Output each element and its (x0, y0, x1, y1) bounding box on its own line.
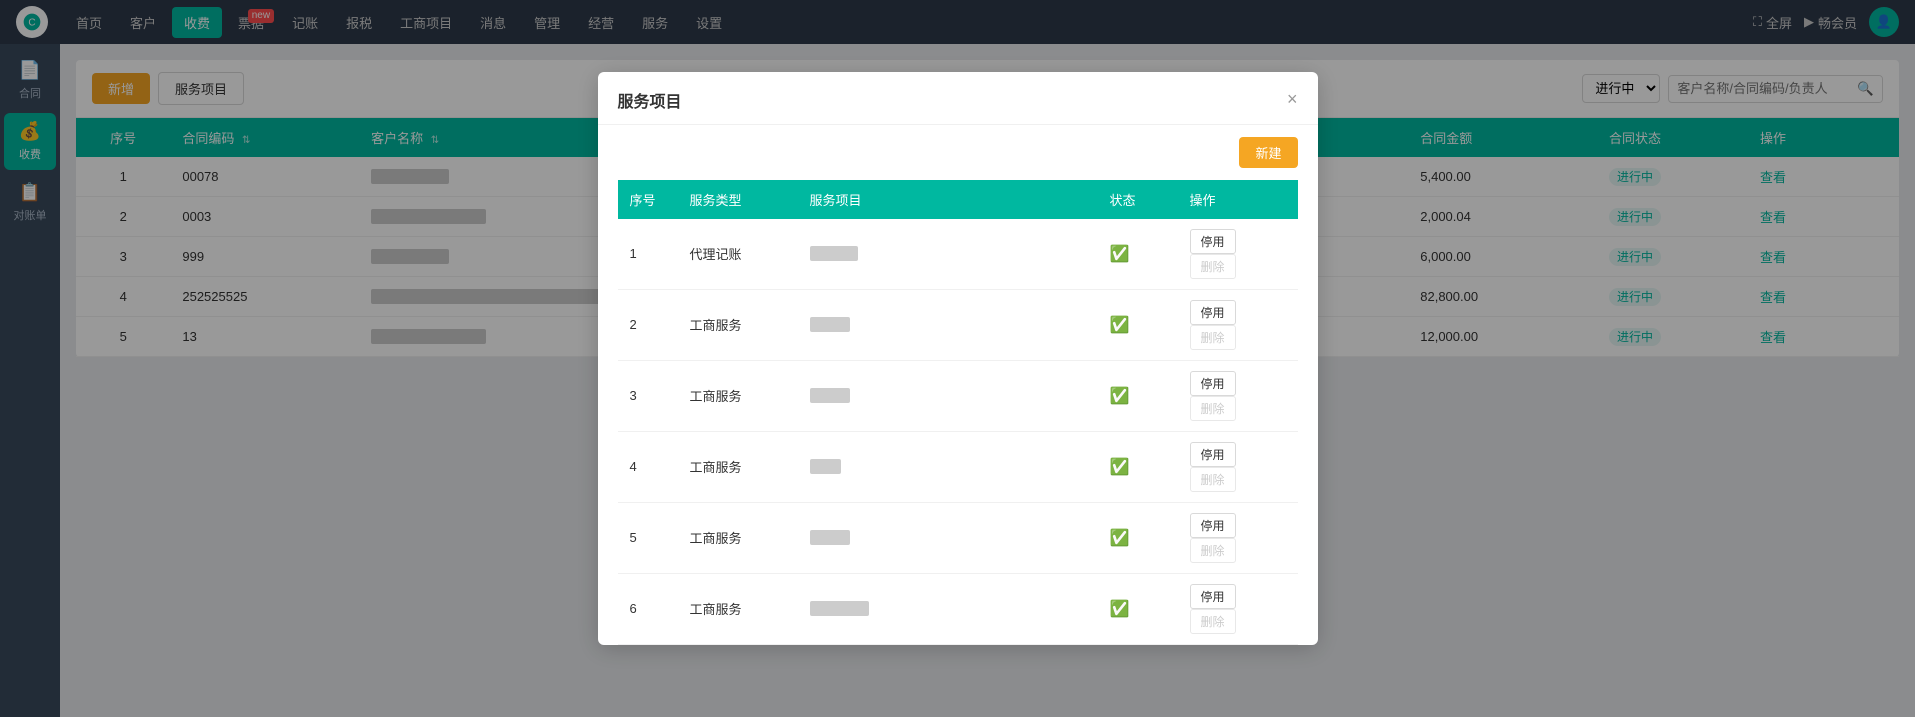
modal-cell-type: 工商服务 (678, 573, 798, 644)
delete-button[interactable]: 删除 (1190, 467, 1236, 492)
modal-cell-item: ████ (798, 289, 1098, 360)
modal-cell-seq: 7 (618, 644, 678, 645)
modal-cell-action: 停用 删除 (1178, 502, 1298, 573)
modal-cell-seq: 1 (618, 219, 678, 290)
delete-button[interactable]: 删除 (1190, 538, 1236, 563)
modal-cell-type: 工商服务 (678, 502, 798, 573)
modal-cell-status: ✅ (1098, 219, 1178, 290)
modal-table-row: 7 工商服务 ███ ✅ 停用 删除 (618, 644, 1298, 645)
status-check-icon: ✅ (1110, 246, 1130, 263)
stop-button[interactable]: 停用 (1190, 300, 1236, 325)
modal-new-button[interactable]: 新建 (1239, 137, 1297, 168)
modal-cell-action: 停用 删除 (1178, 219, 1298, 290)
status-check-icon: ✅ (1110, 601, 1130, 618)
stop-button[interactable]: 停用 (1190, 442, 1236, 467)
modal-cell-status: ✅ (1098, 502, 1178, 573)
stop-button[interactable]: 停用 (1190, 229, 1236, 254)
modal-cell-seq: 2 (618, 289, 678, 360)
status-check-icon: ✅ (1110, 388, 1130, 405)
modal-close-button[interactable]: × (1287, 89, 1298, 110)
modal-table-row: 6 工商服务 ██████ ✅ 停用 删除 (618, 573, 1298, 644)
modal-th-action: 操作 (1178, 180, 1298, 219)
modal-th-seq: 序号 (618, 180, 678, 219)
modal-cell-item: ████1 (798, 219, 1098, 290)
modal-cell-type: 工商服务 (678, 644, 798, 645)
modal-cell-action: 停用 删除 (1178, 431, 1298, 502)
delete-button[interactable]: 删除 (1190, 254, 1236, 279)
modal-cell-seq: 5 (618, 502, 678, 573)
modal-cell-status: ✅ (1098, 644, 1178, 645)
modal-cell-item: ███ (798, 644, 1098, 645)
modal-table-header: 序号 服务类型 服务项目 状态 操作 (618, 180, 1298, 219)
modal-cell-action: 停用 删除 (1178, 573, 1298, 644)
modal-cell-type: 工商服务 (678, 431, 798, 502)
modal-table-row: 5 工商服务 ████ ✅ 停用 删除 (618, 502, 1298, 573)
status-check-icon: ✅ (1110, 530, 1130, 547)
modal-cell-seq: 6 (618, 573, 678, 644)
modal-cell-item: ███ (798, 431, 1098, 502)
modal-cell-item: ████ (798, 360, 1098, 431)
modal-th-status: 状态 (1098, 180, 1178, 219)
modal-cell-type: 工商服务 (678, 360, 798, 431)
modal-cell-item: ██████ (798, 573, 1098, 644)
modal-table-row: 3 工商服务 ████ ✅ 停用 删除 (618, 360, 1298, 431)
status-check-icon: ✅ (1110, 459, 1130, 476)
modal-body: 序号 服务类型 服务项目 状态 操作 1 代理记账 ████1 ✅ 停用 删除 … (598, 180, 1318, 646)
modal-th-type: 服务类型 (678, 180, 798, 219)
modal-table: 序号 服务类型 服务项目 状态 操作 1 代理记账 ████1 ✅ 停用 删除 … (618, 180, 1298, 646)
modal-cell-type: 工商服务 (678, 289, 798, 360)
modal-table-row: 1 代理记账 ████1 ✅ 停用 删除 (618, 219, 1298, 290)
modal-cell-action: 停用 删除 (1178, 360, 1298, 431)
modal-toolbar: 新建 (598, 125, 1318, 180)
service-modal: 服务项目 × 新建 序号 服务类型 服务项目 状态 操作 1 代理记账 (598, 72, 1318, 646)
modal-cell-seq: 3 (618, 360, 678, 431)
stop-button[interactable]: 停用 (1190, 513, 1236, 538)
modal-cell-seq: 4 (618, 431, 678, 502)
delete-button[interactable]: 删除 (1190, 325, 1236, 350)
modal-cell-status: ✅ (1098, 573, 1178, 644)
modal-cell-action: 停用 删除 (1178, 644, 1298, 645)
modal-table-row: 2 工商服务 ████ ✅ 停用 删除 (618, 289, 1298, 360)
modal-cell-item: ████ (798, 502, 1098, 573)
modal-cell-status: ✅ (1098, 289, 1178, 360)
modal-cell-status: ✅ (1098, 360, 1178, 431)
modal-cell-type: 代理记账 (678, 219, 798, 290)
status-check-icon: ✅ (1110, 317, 1130, 334)
modal-cell-status: ✅ (1098, 431, 1178, 502)
modal-table-row: 4 工商服务 ███ ✅ 停用 删除 (618, 431, 1298, 502)
stop-button[interactable]: 停用 (1190, 584, 1236, 609)
modal-table-body: 1 代理记账 ████1 ✅ 停用 删除 2 工商服务 ████ ✅ 停用 删除… (618, 219, 1298, 646)
delete-button[interactable]: 删除 (1190, 396, 1236, 421)
modal-overlay[interactable]: 服务项目 × 新建 序号 服务类型 服务项目 状态 操作 1 代理记账 (0, 0, 1915, 717)
modal-cell-action: 停用 删除 (1178, 289, 1298, 360)
stop-button[interactable]: 停用 (1190, 371, 1236, 396)
delete-button[interactable]: 删除 (1190, 609, 1236, 634)
modal-th-item: 服务项目 (798, 180, 1098, 219)
modal-header: 服务项目 × (598, 72, 1318, 125)
modal-title: 服务项目 (618, 88, 682, 112)
